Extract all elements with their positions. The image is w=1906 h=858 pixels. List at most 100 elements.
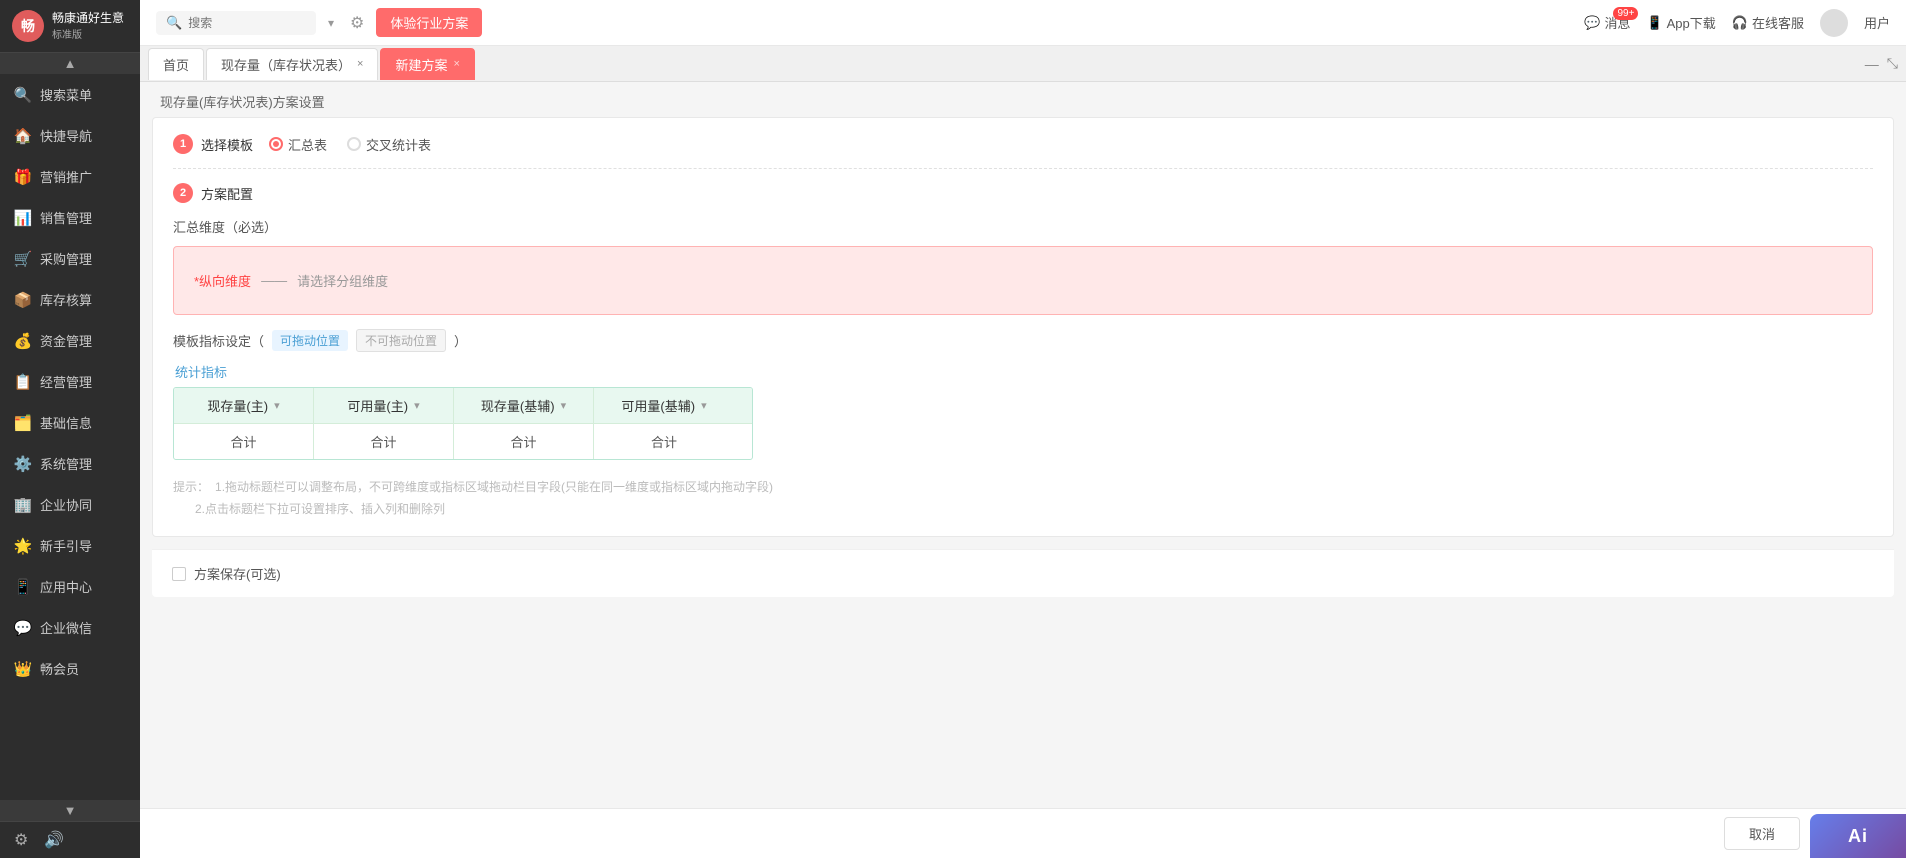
settings-icon[interactable]: ⚙ — [14, 830, 28, 850]
dimension-box[interactable]: *纵向维度 —— 请选择分组维度 — [173, 246, 1873, 315]
app-edition: 标准版 — [52, 26, 124, 41]
col-header-0[interactable]: 现存量(主) ▾ — [174, 388, 314, 423]
col-dropdown-1[interactable]: ▾ — [414, 399, 420, 412]
col-cell-value-2: 合计 — [510, 432, 536, 451]
stat-table: 现存量(主) ▾ 可用量(主) ▾ 现存量(基辅) ▾ 可用量(基辅) — [173, 387, 753, 460]
step1-header: 1 选择模板 汇总表 交叉统计表 — [173, 134, 1873, 154]
sidebar-item-quick-nav[interactable]: 🏠 快捷导航 — [0, 115, 140, 156]
cancel-button[interactable]: 取消 — [1724, 817, 1800, 850]
indicator-suffix: ） — [454, 331, 467, 350]
minimize-icon[interactable]: — — [1865, 56, 1879, 72]
topbar-gear-icon[interactable]: ⚙ — [350, 13, 364, 33]
sidebar-item-system[interactable]: ⚙️ 系统管理 — [0, 443, 140, 484]
search-box[interactable]: 🔍 — [156, 11, 316, 35]
radio-summary[interactable]: 汇总表 — [269, 135, 327, 154]
col-header-3[interactable]: 可用量(基辅) ▾ — [594, 388, 734, 423]
sidebar-item-label: 企业微信 — [40, 618, 92, 637]
col-dropdown-0[interactable]: ▾ — [274, 399, 280, 412]
save-label: 方案保存(可选) — [194, 564, 281, 583]
sidebar-item-newbie[interactable]: 🌟 新手引导 — [0, 525, 140, 566]
trial-btn[interactable]: 体验行业方案 — [376, 8, 482, 37]
col-cell-0: 合计 — [174, 424, 314, 459]
phone-icon: 📱 — [14, 578, 32, 596]
tab-home[interactable]: 首页 — [148, 48, 204, 80]
col-cell-1: 合计 — [314, 424, 454, 459]
search-input[interactable] — [188, 16, 288, 30]
sidebar-bottom: ⚙ 🔊 — [0, 821, 140, 858]
search-icon: 🔍 — [166, 15, 182, 31]
search-icon: 🔍 — [14, 86, 32, 104]
sidebar-scroll-up[interactable]: ▲ — [0, 53, 140, 74]
col-header-label-2: 现存量(基辅) — [481, 396, 555, 415]
col-header-2[interactable]: 现存量(基辅) ▾ — [454, 388, 594, 423]
col-header-label-1: 可用量(主) — [347, 396, 408, 415]
message-btn[interactable]: 💬 消息 99+ — [1584, 13, 1630, 32]
hint-item-2: 2.点击标题栏下拉可设置排序、插入列和删除列 — [173, 499, 1873, 521]
star-icon: 🌟 — [14, 537, 32, 555]
chevron-down-icon[interactable]: ▾ — [328, 16, 334, 30]
col-dropdown-2[interactable]: ▾ — [561, 399, 567, 412]
expand-icon[interactable]: ⤡ — [1887, 55, 1898, 72]
sidebar-item-basic[interactable]: 🗂️ 基础信息 — [0, 402, 140, 443]
col-header-1[interactable]: 可用量(主) ▾ — [314, 388, 454, 423]
tab-new-scheme[interactable]: 新建方案 × — [380, 48, 474, 80]
dimension-placeholder: 请选择分组维度 — [297, 271, 388, 290]
sidebar-item-label: 基础信息 — [40, 413, 92, 432]
tab-inventory-label: 现存量（库存状况表） — [221, 55, 351, 74]
sidebar-item-corporate[interactable]: 🏢 企业协同 — [0, 484, 140, 525]
sidebar-item-label: 畅会员 — [40, 659, 79, 678]
dimension-required: *纵向维度 — [194, 271, 251, 290]
col-header-label-3: 可用量(基辅) — [621, 396, 695, 415]
draggable-badge: 可拖动位置 — [272, 330, 348, 351]
col-header-label-0: 现存量(主) — [207, 396, 268, 415]
hints: 提示： 1.拖动标题栏可以调整布局，不可跨维度或指标区域拖动栏目字段(只能在同一… — [173, 477, 1873, 520]
sidebar-item-search[interactable]: 🔍 搜索菜单 — [0, 74, 140, 115]
sidebar-item-marketing[interactable]: 🎁 营销推广 — [0, 156, 140, 197]
cart-icon: 🛒 — [14, 250, 32, 268]
sidebar-item-corp-wechat[interactable]: 💬 企业微信 — [0, 607, 140, 648]
ai-float-button[interactable]: Ai — [1810, 814, 1906, 858]
hint-item-1: 提示： 1.拖动标题栏可以调整布局，不可跨维度或指标区域拖动栏目字段(只能在同一… — [173, 477, 1873, 499]
tab-new-scheme-close[interactable]: × — [453, 58, 459, 70]
save-checkbox[interactable] — [172, 567, 186, 581]
footer-bar: 取消 查询 — [140, 808, 1906, 858]
step1-num: 1 — [173, 134, 193, 154]
no-drag-badge: 不可拖动位置 — [356, 329, 446, 352]
radio-cross[interactable]: 交叉统计表 — [347, 135, 431, 154]
sidebar-nav: 🔍 搜索菜单 🏠 快捷导航 🎁 营销推广 📊 销售管理 🛒 采购管理 📦 库存核… — [0, 74, 140, 800]
customer-service-btn[interactable]: 🎧 在线客服 — [1732, 13, 1804, 32]
user-avatar[interactable] — [1820, 9, 1848, 37]
dimension-dash: —— — [261, 273, 287, 288]
app-icon: 📱 — [1646, 15, 1662, 31]
box-icon: 📦 — [14, 291, 32, 309]
divider-1 — [173, 168, 1873, 169]
sidebar-item-label: 销售管理 — [40, 208, 92, 227]
sidebar-scroll-down[interactable]: ▼ — [0, 800, 140, 821]
money-icon: 💰 — [14, 332, 32, 350]
col-dropdown-3[interactable]: ▾ — [701, 399, 707, 412]
sidebar-item-finance[interactable]: 💰 资金管理 — [0, 320, 140, 361]
step2-title: 方案配置 — [201, 184, 253, 203]
service-label: 在线客服 — [1752, 13, 1804, 32]
chart-icon: 📊 — [14, 209, 32, 227]
app-logo: 畅 畅康通好生意 标准版 — [0, 0, 140, 53]
page-header: 现存量(库存状况表)方案设置 — [140, 82, 1906, 117]
sidebar-item-sales[interactable]: 📊 销售管理 — [0, 197, 140, 238]
sound-icon[interactable]: 🔊 — [44, 830, 64, 850]
tab-inventory-close[interactable]: × — [357, 58, 363, 70]
sidebar-item-label: 系统管理 — [40, 454, 92, 473]
sidebar-item-member[interactable]: 👑 畅会员 — [0, 648, 140, 689]
hint-num-1: 提示： — [173, 477, 209, 499]
save-option: 方案保存(可选) — [152, 549, 1894, 597]
radio-cross-label: 交叉统计表 — [366, 135, 431, 154]
sidebar-item-purchase[interactable]: 🛒 采购管理 — [0, 238, 140, 279]
sidebar-item-operation[interactable]: 📋 经营管理 — [0, 361, 140, 402]
tab-inventory[interactable]: 现存量（库存状况表） × — [206, 48, 378, 80]
app-download-btn[interactable]: 📱 App下载 — [1646, 13, 1715, 32]
indicator-setting: 模板指标设定（ 可拖动位置 不可拖动位置 ） — [173, 329, 1873, 352]
tabs-bar: 首页 现存量（库存状况表） × 新建方案 × — ⤡ — [140, 46, 1906, 82]
sidebar-item-app-center[interactable]: 📱 应用中心 — [0, 566, 140, 607]
sidebar-item-inventory[interactable]: 📦 库存核算 — [0, 279, 140, 320]
stat-section: 统计指标 现存量(主) ▾ 可用量(主) ▾ 现存量(基辅) — [173, 362, 1873, 463]
scheme-panel: 1 选择模板 汇总表 交叉统计表 2 方案配置 — [152, 117, 1894, 537]
